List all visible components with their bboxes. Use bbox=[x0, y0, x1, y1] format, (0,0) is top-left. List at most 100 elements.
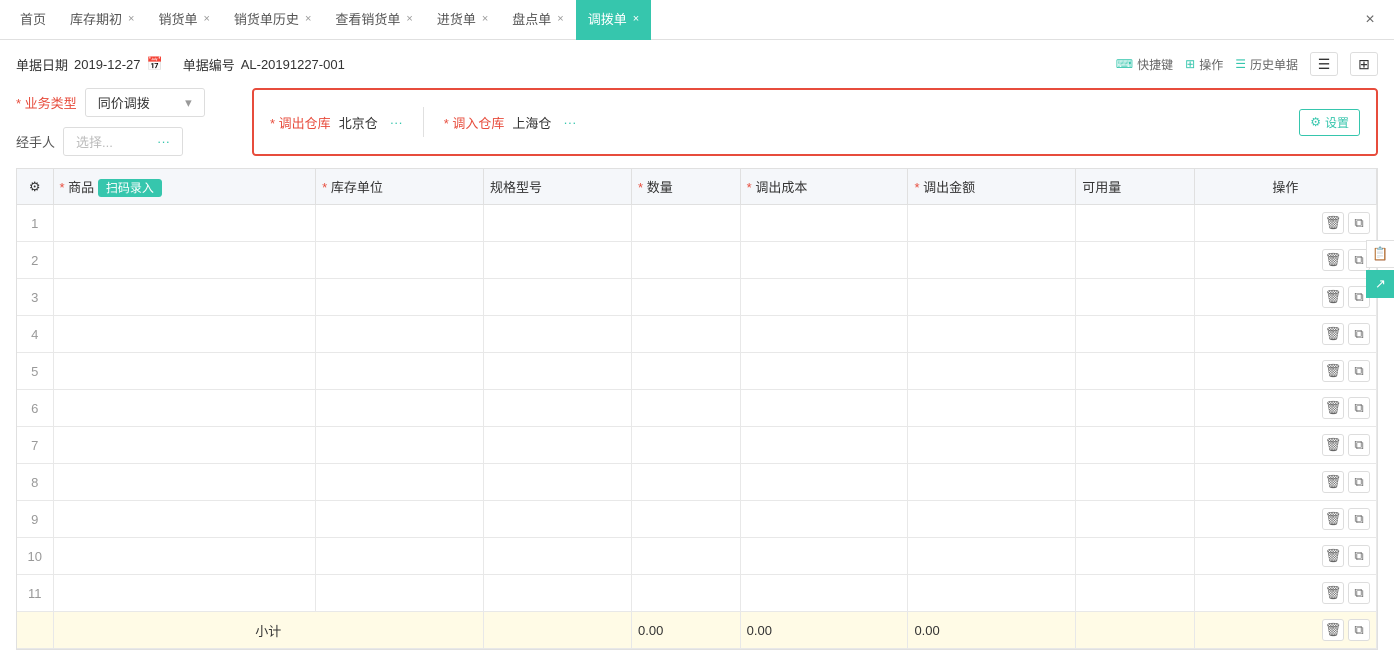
tab-purchase-order[interactable]: 进货单 × bbox=[425, 0, 500, 40]
cell-4-4[interactable] bbox=[740, 316, 908, 353]
side-export-btn[interactable]: ↗ bbox=[1366, 270, 1394, 298]
cell-7-5[interactable] bbox=[908, 427, 1076, 464]
delete-btn-10[interactable]: 🗑 bbox=[1322, 545, 1344, 567]
subtotal-delete-btn[interactable]: 🗑 bbox=[1322, 619, 1344, 641]
cell-7-0[interactable] bbox=[53, 427, 316, 464]
list-view-btn[interactable]: ☰ bbox=[1310, 52, 1338, 76]
operation-btn[interactable]: ⊞ 操作 bbox=[1185, 56, 1223, 73]
tab-close-view-sales[interactable]: × bbox=[406, 13, 412, 25]
copy-btn-9[interactable]: ⧉ bbox=[1348, 508, 1370, 530]
cell-9-2[interactable] bbox=[483, 501, 631, 538]
cell-10-3[interactable] bbox=[632, 538, 741, 575]
copy-btn-10[interactable]: ⧉ bbox=[1348, 545, 1370, 567]
delete-btn-1[interactable]: 🗑 bbox=[1322, 212, 1344, 234]
source-warehouse-dots[interactable]: ··· bbox=[390, 115, 403, 130]
tab-sales-order[interactable]: 销货单 × bbox=[146, 0, 221, 40]
cell-11-6[interactable] bbox=[1076, 575, 1194, 612]
settings-button[interactable]: ⚙ 设置 bbox=[1299, 109, 1360, 136]
cell-6-5[interactable] bbox=[908, 390, 1076, 427]
cell-8-4[interactable] bbox=[740, 464, 908, 501]
cell-8-1[interactable] bbox=[316, 464, 484, 501]
cell-8-6[interactable] bbox=[1076, 464, 1194, 501]
cell-11-1[interactable] bbox=[316, 575, 484, 612]
cell-3-3[interactable] bbox=[632, 279, 741, 316]
cell-11-5[interactable] bbox=[908, 575, 1076, 612]
cell-2-4[interactable] bbox=[740, 242, 908, 279]
cell-8-0[interactable] bbox=[53, 464, 316, 501]
side-note-btn[interactable]: 📋 bbox=[1366, 240, 1394, 268]
copy-btn-5[interactable]: ⧉ bbox=[1348, 360, 1370, 382]
copy-btn-4[interactable]: ⧉ bbox=[1348, 323, 1370, 345]
cell-6-1[interactable] bbox=[316, 390, 484, 427]
cell-1-6[interactable] bbox=[1076, 205, 1194, 242]
cell-8-5[interactable] bbox=[908, 464, 1076, 501]
shortcut-btn[interactable]: ⌨ 快捷键 bbox=[1116, 56, 1173, 73]
cell-7-4[interactable] bbox=[740, 427, 908, 464]
target-warehouse-dots[interactable]: ··· bbox=[563, 115, 576, 130]
tab-close-transfer-order[interactable]: × bbox=[633, 13, 639, 25]
cell-3-4[interactable] bbox=[740, 279, 908, 316]
delete-btn-11[interactable]: 🗑 bbox=[1322, 582, 1344, 604]
copy-btn-8[interactable]: ⧉ bbox=[1348, 471, 1370, 493]
delete-btn-8[interactable]: 🗑 bbox=[1322, 471, 1344, 493]
tab-close-inventory-check[interactable]: × bbox=[557, 13, 563, 25]
calendar-icon[interactable]: 📅 bbox=[147, 56, 163, 72]
cell-11-2[interactable] bbox=[483, 575, 631, 612]
cell-1-0[interactable] bbox=[53, 205, 316, 242]
cell-1-5[interactable] bbox=[908, 205, 1076, 242]
cell-10-2[interactable] bbox=[483, 538, 631, 575]
cell-5-6[interactable] bbox=[1076, 353, 1194, 390]
cell-2-3[interactable] bbox=[632, 242, 741, 279]
cell-7-2[interactable] bbox=[483, 427, 631, 464]
cell-1-4[interactable] bbox=[740, 205, 908, 242]
cell-4-3[interactable] bbox=[632, 316, 741, 353]
cell-5-5[interactable] bbox=[908, 353, 1076, 390]
cell-1-1[interactable] bbox=[316, 205, 484, 242]
delete-btn-2[interactable]: 🗑 bbox=[1322, 249, 1344, 271]
cell-11-4[interactable] bbox=[740, 575, 908, 612]
tab-transfer-order[interactable]: 调拨单 × bbox=[576, 0, 651, 40]
cell-2-5[interactable] bbox=[908, 242, 1076, 279]
delete-btn-4[interactable]: 🗑 bbox=[1322, 323, 1344, 345]
cell-6-3[interactable] bbox=[632, 390, 741, 427]
delete-btn-7[interactable]: 🗑 bbox=[1322, 434, 1344, 456]
copy-btn-1[interactable]: ⧉ bbox=[1348, 212, 1370, 234]
cell-3-6[interactable] bbox=[1076, 279, 1194, 316]
window-close-button[interactable]: × bbox=[1354, 4, 1386, 36]
tab-close-purchase-order[interactable]: × bbox=[482, 13, 488, 25]
cell-7-3[interactable] bbox=[632, 427, 741, 464]
copy-btn-6[interactable]: ⧉ bbox=[1348, 397, 1370, 419]
tab-sales-history[interactable]: 销货单历史 × bbox=[222, 0, 323, 40]
cell-1-2[interactable] bbox=[483, 205, 631, 242]
tab-close-sales-history[interactable]: × bbox=[305, 13, 311, 25]
cell-6-2[interactable] bbox=[483, 390, 631, 427]
cell-10-5[interactable] bbox=[908, 538, 1076, 575]
cell-6-4[interactable] bbox=[740, 390, 908, 427]
cell-11-3[interactable] bbox=[632, 575, 741, 612]
cell-2-0[interactable] bbox=[53, 242, 316, 279]
history-btn[interactable]: ☰ 历史单据 bbox=[1235, 56, 1298, 73]
tab-inventory-init[interactable]: 库存期初 × bbox=[58, 0, 146, 40]
cell-4-2[interactable] bbox=[483, 316, 631, 353]
cell-9-6[interactable] bbox=[1076, 501, 1194, 538]
subtotal-copy-btn[interactable]: ⧉ bbox=[1348, 619, 1370, 641]
cell-8-2[interactable] bbox=[483, 464, 631, 501]
tab-close-sales-order[interactable]: × bbox=[203, 13, 209, 25]
cell-9-3[interactable] bbox=[632, 501, 741, 538]
tab-inventory-check[interactable]: 盘点单 × bbox=[500, 0, 575, 40]
cell-5-3[interactable] bbox=[632, 353, 741, 390]
tab-home[interactable]: 首页 bbox=[8, 0, 58, 40]
cell-6-0[interactable] bbox=[53, 390, 316, 427]
cell-10-1[interactable] bbox=[316, 538, 484, 575]
cell-10-0[interactable] bbox=[53, 538, 316, 575]
delete-btn-6[interactable]: 🗑 bbox=[1322, 397, 1344, 419]
copy-btn-11[interactable]: ⧉ bbox=[1348, 582, 1370, 604]
tab-close-inventory-init[interactable]: × bbox=[128, 13, 134, 25]
cell-3-0[interactable] bbox=[53, 279, 316, 316]
cell-9-0[interactable] bbox=[53, 501, 316, 538]
cell-3-2[interactable] bbox=[483, 279, 631, 316]
gear-header-icon[interactable]: ⚙ bbox=[29, 179, 41, 194]
cell-11-0[interactable] bbox=[53, 575, 316, 612]
cell-10-6[interactable] bbox=[1076, 538, 1194, 575]
scan-entry-btn[interactable]: 扫码录入 bbox=[98, 179, 162, 197]
